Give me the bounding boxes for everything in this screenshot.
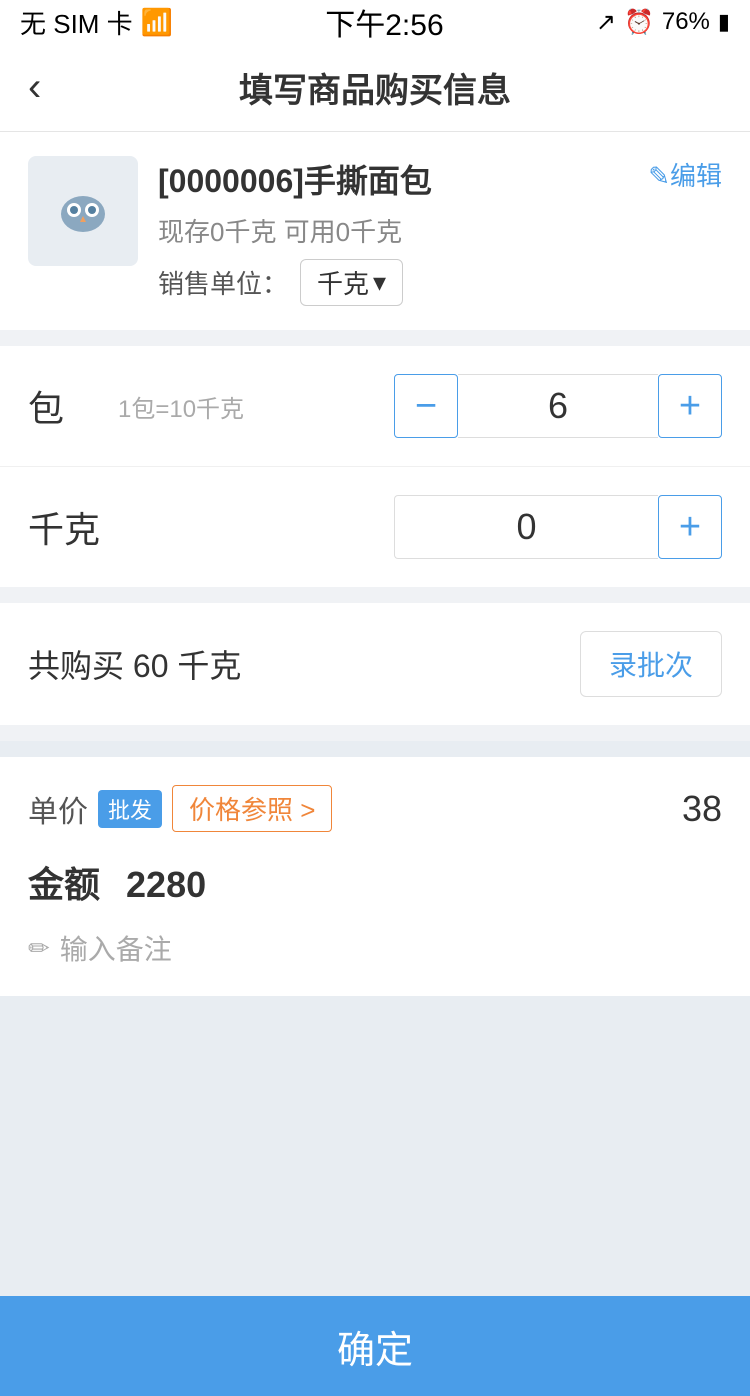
price-ref-button[interactable]: 价格参照 > xyxy=(172,785,332,832)
back-button[interactable]: ‹ xyxy=(28,65,41,110)
kg-quantity-input[interactable] xyxy=(394,495,658,559)
status-bar: 无 SIM 卡 📶 下午2:56 ↗ ⏰ 76% ▮ xyxy=(0,0,750,44)
confirm-button[interactable]: 确定 xyxy=(0,1296,750,1396)
price-section: 单价 批发 价格参照 > 38 金额 2280 ✏ 输入备注 xyxy=(0,757,750,996)
kg-plus-button[interactable]: + xyxy=(658,495,722,559)
batch-button[interactable]: 录批次 xyxy=(580,631,722,697)
status-left: 无 SIM 卡 📶 xyxy=(20,4,173,41)
price-value: 38 xyxy=(682,788,722,830)
package-controls: − + xyxy=(394,374,722,438)
wifi-icon: 📶 xyxy=(141,7,173,38)
status-right: ↗ ⏰ 76% ▮ xyxy=(596,8,730,37)
kg-input-row: 千克 + xyxy=(0,467,750,587)
nav-bar: ‹ 填写商品购买信息 xyxy=(0,44,750,132)
note-placeholder: 输入备注 xyxy=(60,928,172,968)
location-icon: ↗ xyxy=(596,8,616,37)
sim-label: 无 SIM 卡 xyxy=(20,4,133,41)
edit-button[interactable]: ✎编辑 xyxy=(648,156,722,193)
package-plus-button[interactable]: + xyxy=(658,374,722,438)
product-section: [0000006]手撕面包 ✎编辑 现存0千克 可用0千克 销售单位： 千克 ▾ xyxy=(0,132,750,330)
package-input-row: 包 1包=10千克 − + xyxy=(0,346,750,467)
total-label: 共购买 60 千克 xyxy=(28,641,241,687)
kg-controls: + xyxy=(394,495,722,559)
unit-label: 销售单位： xyxy=(158,264,288,301)
chevron-down-icon: ▾ xyxy=(373,267,386,298)
note-row[interactable]: ✏ 输入备注 xyxy=(28,928,722,968)
gray-area xyxy=(0,996,750,1296)
kg-label: 千克 xyxy=(28,501,108,553)
package-label: 包 xyxy=(28,380,108,432)
product-thumbnail xyxy=(28,156,138,266)
price-badge: 批发 xyxy=(98,790,162,828)
page-title: 填写商品购买信息 xyxy=(239,63,511,112)
product-info: [0000006]手撕面包 ✎编辑 现存0千克 可用0千克 销售单位： 千克 ▾ xyxy=(158,156,722,306)
package-quantity-input[interactable] xyxy=(458,374,658,438)
product-stock: 现存0千克 可用0千克 xyxy=(158,212,722,249)
product-unit-row: 销售单位： 千克 ▾ xyxy=(158,259,722,306)
package-minus-button[interactable]: − xyxy=(394,374,458,438)
total-section: 共购买 60 千克 录批次 xyxy=(0,603,750,725)
alarm-icon: ⏰ xyxy=(624,8,654,37)
battery-label: 76% xyxy=(662,8,710,36)
price-label: 单价 批发 价格参照 > xyxy=(28,785,332,832)
unit-select[interactable]: 千克 ▾ xyxy=(300,259,403,306)
separator-1 xyxy=(0,741,750,757)
amount-label: 金额 2280 xyxy=(28,856,722,908)
pencil-icon: ✏ xyxy=(28,933,50,964)
status-time: 下午2:56 xyxy=(325,0,443,44)
amount-row: 金额 2280 ✏ 输入备注 xyxy=(28,856,722,968)
input-section: 包 1包=10千克 − + 千克 + xyxy=(0,346,750,587)
price-row: 单价 批发 价格参照 > 38 xyxy=(28,785,722,832)
battery-icon: ▮ xyxy=(718,9,730,35)
product-name: [0000006]手撕面包 xyxy=(158,156,432,202)
package-hint: 1包=10千克 xyxy=(118,389,394,424)
